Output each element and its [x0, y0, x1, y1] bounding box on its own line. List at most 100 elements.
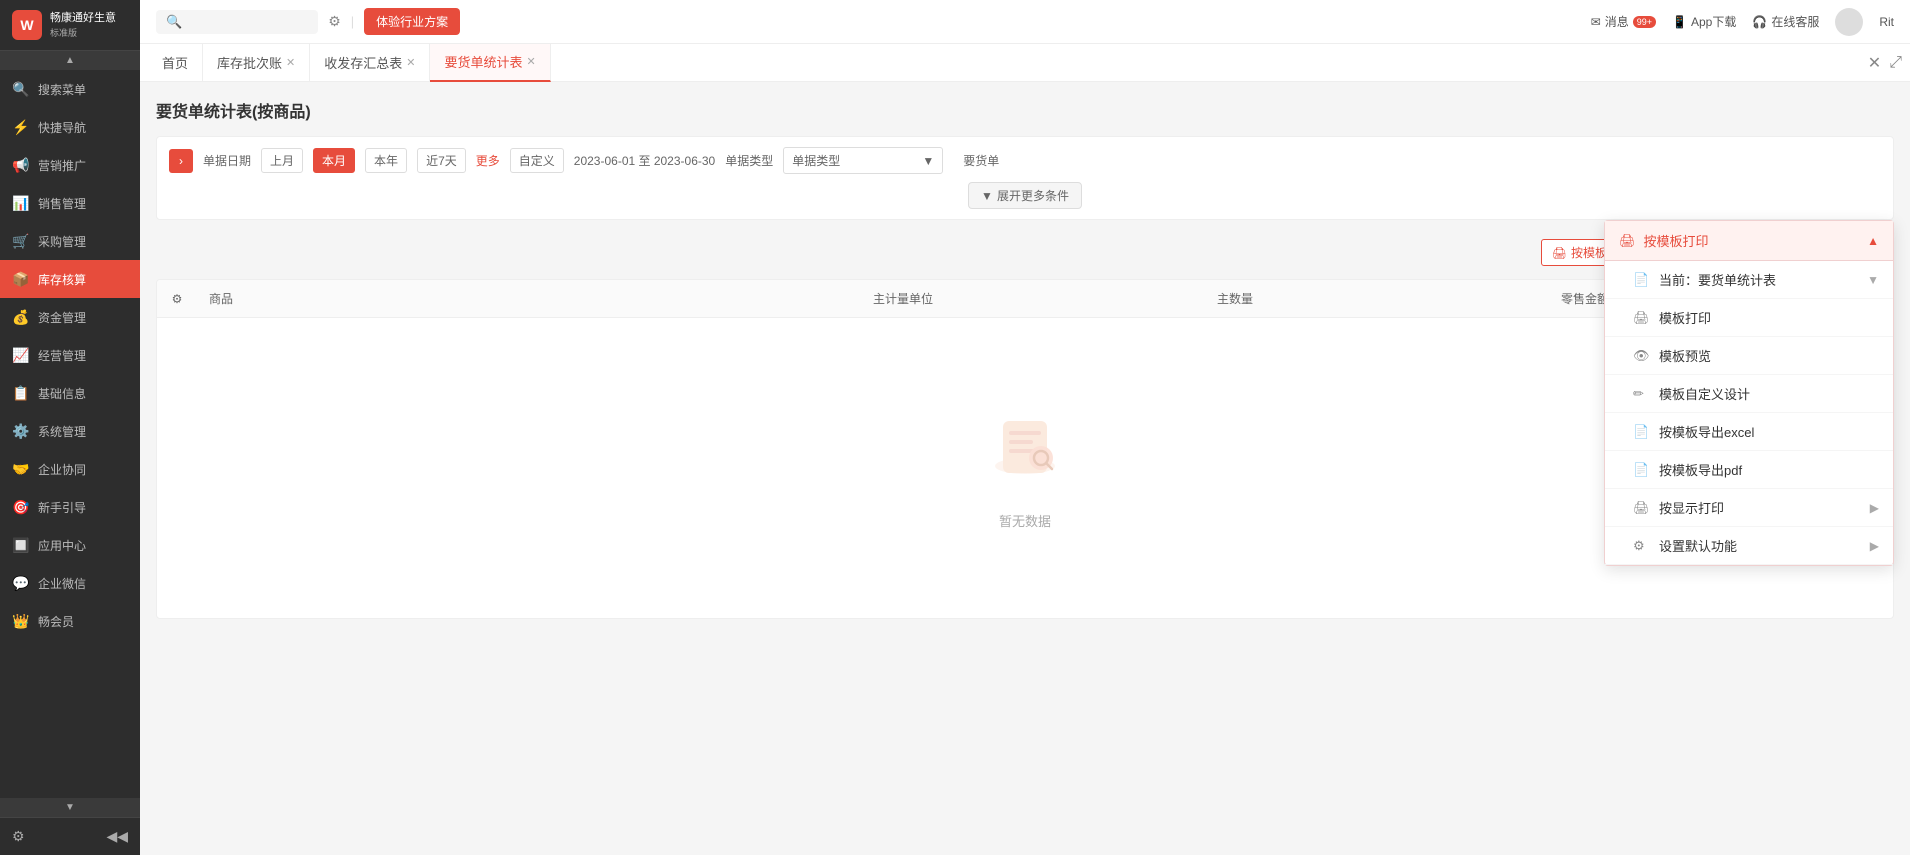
sidebar-item-label: 快捷导航	[38, 119, 86, 136]
date-btn-7days[interactable]: 近7天	[417, 148, 466, 173]
chart-icon: 📊	[12, 194, 30, 212]
sidebar-item-label: 搜索菜单	[38, 81, 86, 98]
sidebar-item-app-center[interactable]: 🔲 应用中心	[0, 526, 140, 564]
printer-icon: 🖨	[1552, 246, 1567, 260]
user-avatar[interactable]	[1835, 8, 1863, 36]
phone-icon: 📱	[1672, 15, 1687, 29]
grid-icon: 🔲	[12, 536, 30, 554]
date-btn-this-month[interactable]: 本月	[313, 148, 355, 173]
display-print-icon: 🖨	[1633, 500, 1649, 516]
topbar-search-input[interactable]	[188, 15, 308, 29]
sidebar-item-finance[interactable]: 💰 资金管理	[0, 298, 140, 336]
sidebar-item-label: 资金管理	[38, 309, 86, 326]
cart-icon: 🛒	[12, 232, 30, 250]
sidebar-item-member[interactable]: 👑 畅会员	[0, 602, 140, 640]
tab-bar: 首页 库存批次账 ✕ 收发存汇总表 ✕ 要货单统计表 ✕ ✕ ⤢	[140, 44, 1910, 82]
audio-footer-icon[interactable]: ◀◀	[106, 828, 128, 845]
filter-row-1: › 单据日期 上月 本月 本年 近7天 更多 自定义 2023-06-01 至 …	[169, 147, 1881, 174]
dropdown-item-template-print[interactable]: 🖨 模板打印	[1605, 299, 1893, 337]
dropdown-section-display-print[interactable]: 🖨 按显示打印 ▶	[1605, 489, 1893, 527]
empty-illustration	[985, 406, 1065, 501]
tab-close-order-stats[interactable]: ✕	[527, 55, 536, 68]
topbar-online-service[interactable]: 🎧 在线客服	[1752, 13, 1819, 30]
sidebar-item-quick-nav[interactable]: ⚡ 快捷导航	[0, 108, 140, 146]
sidebar-nav: 🔍 搜索菜单 ⚡ 快捷导航 📢 营销推广 📊 销售管理 🛒 采购管理 📦 库存核…	[0, 70, 140, 798]
sidebar-item-sales[interactable]: 📊 销售管理	[0, 184, 140, 222]
sidebar-item-purchase[interactable]: 🛒 采购管理	[0, 222, 140, 260]
table-header-checkbox[interactable]: ⚙	[157, 292, 197, 306]
sidebar-item-guide[interactable]: 🎯 新手引导	[0, 488, 140, 526]
sidebar-item-label: 企业微信	[38, 575, 86, 592]
sidebar-item-label: 畅会员	[38, 613, 74, 630]
dropdown-current-template[interactable]: 📄 当前：要货单统计表 ▼	[1605, 261, 1893, 299]
sidebar-item-label: 采购管理	[38, 233, 86, 250]
sidebar-scroll-up[interactable]: ▲	[0, 51, 140, 70]
megaphone-icon: 📢	[12, 156, 30, 174]
sidebar-scroll-down[interactable]: ▼	[0, 798, 140, 817]
dropdown-item-export-excel[interactable]: 📄 按模板导出excel	[1605, 413, 1893, 451]
template-print-icon: 🖨	[1633, 310, 1649, 326]
date-range-display: 2023-06-01 至 2023-06-30	[574, 152, 715, 169]
gear-icon: ⚙️	[12, 422, 30, 440]
goods-filter: 要货单	[963, 152, 999, 169]
chevron-down-expand-icon: ▼	[981, 189, 993, 203]
display-print-arrow: ▶	[1870, 501, 1879, 515]
type-select[interactable]: 单据类型 ▼	[783, 147, 943, 174]
sidebar-item-wechat[interactable]: 💬 企业微信	[0, 564, 140, 602]
tab-close-collection-summary[interactable]: ✕	[406, 56, 415, 69]
export-excel-icon: 📄	[1633, 424, 1649, 440]
page-title: 要货单统计表(按商品)	[156, 98, 1894, 122]
tab-order-stats[interactable]: 要货单统计表 ✕	[430, 44, 550, 82]
tab-collection-summary[interactable]: 收发存汇总表 ✕	[310, 44, 430, 82]
sidebar-item-marketing[interactable]: 📢 营销推广	[0, 146, 140, 184]
tab-close-inventory-batch[interactable]: ✕	[286, 56, 295, 69]
export-pdf-icon: 📄	[1633, 462, 1649, 478]
money-icon: 💰	[12, 308, 30, 326]
target-icon: 🎯	[12, 498, 30, 516]
app-badge: 标准版	[50, 26, 116, 39]
sidebar-item-basic[interactable]: 📋 基础信息	[0, 374, 140, 412]
dropdown-item-export-pdf[interactable]: 📄 按模板导出pdf	[1605, 451, 1893, 489]
sidebar-item-inventory[interactable]: 📦 库存核算	[0, 260, 140, 298]
sidebar-item-operation[interactable]: 📈 经营管理	[0, 336, 140, 374]
chevron-down-icon: ▼	[922, 154, 934, 168]
settings-footer-icon[interactable]: ⚙	[12, 828, 25, 845]
dropdown-item-template-custom[interactable]: ✏ 模板自定义设计	[1605, 375, 1893, 413]
date-more-btn[interactable]: 更多	[476, 152, 500, 169]
tab-home[interactable]: 首页	[148, 44, 203, 82]
sidebar-item-system[interactable]: ⚙️ 系统管理	[0, 412, 140, 450]
sidebar: W 畅康通好生意 标准版 ▲ 🔍 搜索菜单 ⚡ 快捷导航 📢 营销推广 📊 销售…	[0, 0, 140, 855]
tab-inventory-batch[interactable]: 库存批次账 ✕	[203, 44, 310, 82]
topbar-app-download[interactable]: 📱 App下载	[1672, 13, 1736, 30]
sidebar-item-label: 营销推广	[38, 157, 86, 174]
dropdown-item-template-preview[interactable]: 👁 模板预览	[1605, 337, 1893, 375]
tab-expand-btn[interactable]: ⤢	[1889, 54, 1902, 72]
topbar-messages[interactable]: ✉ 消息 99+	[1591, 13, 1656, 30]
topbar-search-box[interactable]: 🔍	[156, 10, 318, 34]
handshake-icon: 🤝	[12, 460, 30, 478]
experience-btn[interactable]: 体验行业方案	[364, 8, 460, 35]
dropdown-section-default-func[interactable]: ⚙ 设置默认功能 ▶	[1605, 527, 1893, 565]
table-header-goods: 商品	[197, 290, 861, 307]
topbar-actions: ✉ 消息 99+ 📱 App下载 🎧 在线客服 Rit	[1591, 8, 1894, 36]
date-btn-custom[interactable]: 自定义	[510, 148, 564, 173]
lightning-icon: ⚡	[12, 118, 30, 136]
sidebar-item-label: 企业协同	[38, 461, 86, 478]
search-icon: 🔍	[12, 80, 30, 98]
trend-icon: 📈	[12, 346, 30, 364]
sidebar-item-label: 基础信息	[38, 385, 86, 402]
default-func-icon: ⚙	[1633, 538, 1649, 554]
topbar-gear-icon[interactable]: ⚙	[328, 13, 341, 30]
crown-icon: 👑	[12, 612, 30, 630]
dropdown-header[interactable]: 🖨 按模板打印 ▲	[1605, 221, 1893, 261]
date-btn-last-month[interactable]: 上月	[261, 148, 303, 173]
date-label: 单据日期	[203, 152, 251, 169]
filter-expand-icon[interactable]: ›	[169, 149, 193, 173]
sidebar-item-enterprise[interactable]: 🤝 企业协同	[0, 450, 140, 488]
expand-more-btn[interactable]: ▼ 展开更多条件	[968, 182, 1082, 209]
dropdown-close-icon[interactable]: ▲	[1867, 234, 1879, 248]
date-btn-this-year[interactable]: 本年	[365, 148, 407, 173]
app-logo: W 畅康通好生意 标准版	[0, 0, 140, 51]
tab-close-all-btn[interactable]: ✕	[1868, 53, 1881, 73]
sidebar-item-search[interactable]: 🔍 搜索菜单	[0, 70, 140, 108]
